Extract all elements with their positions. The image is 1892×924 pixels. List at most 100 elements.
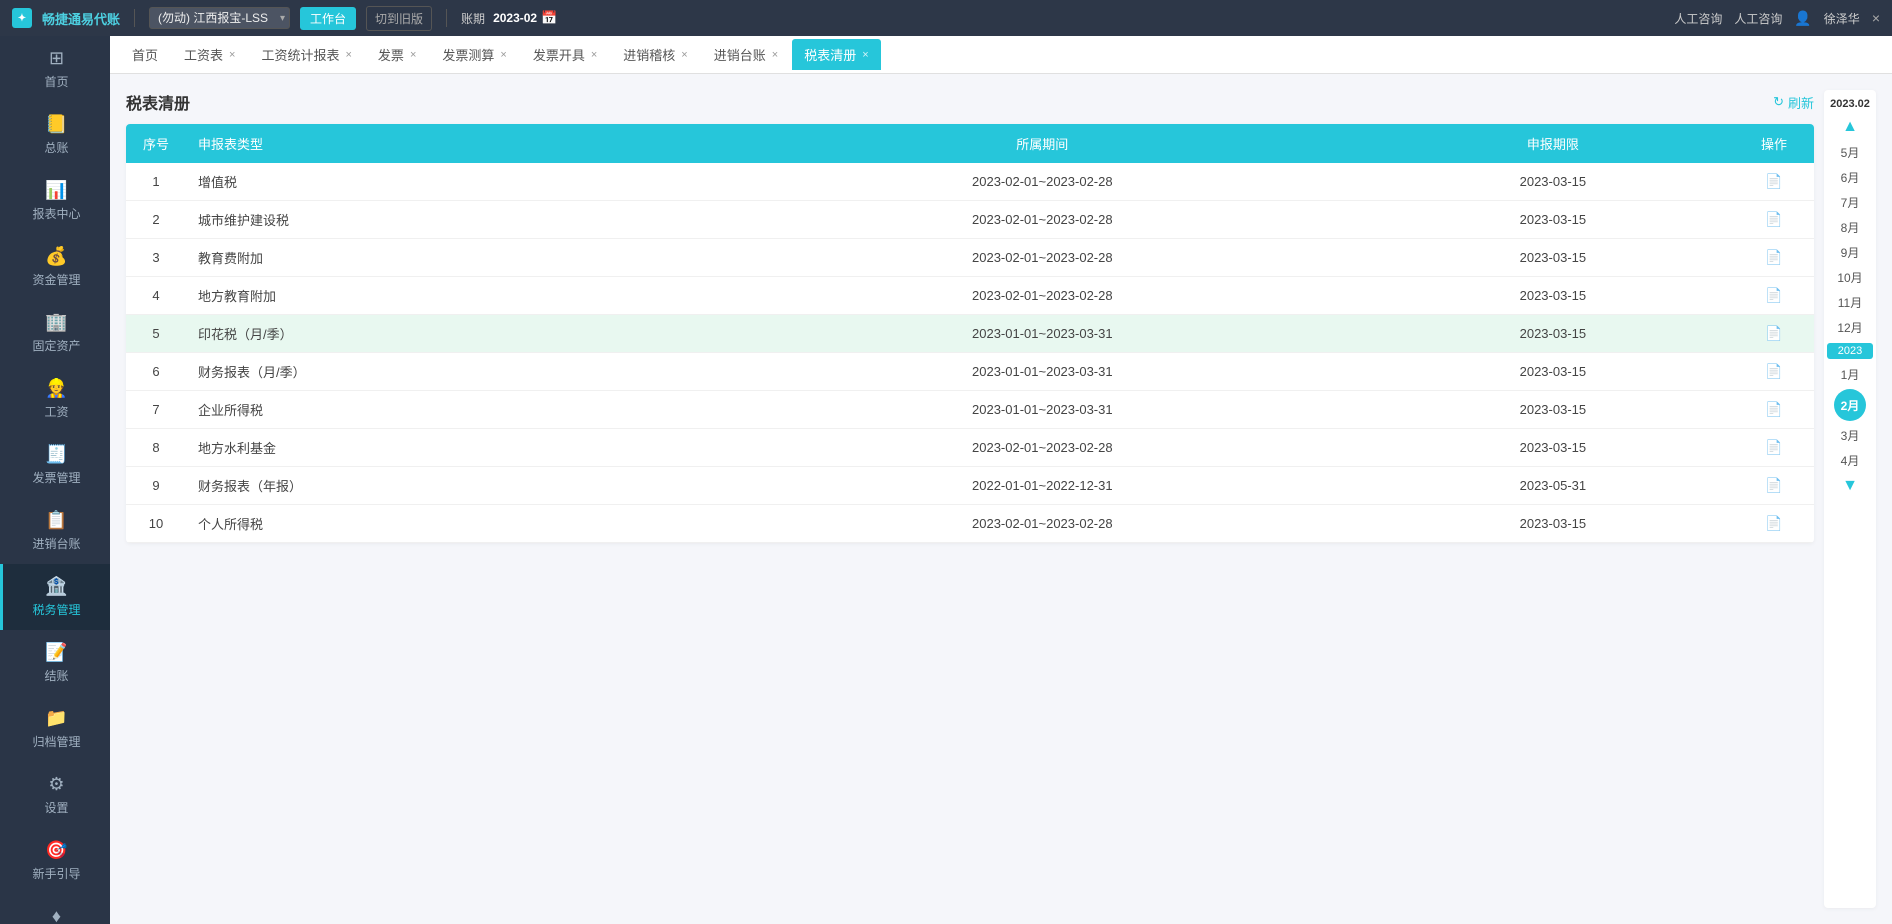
cell-no-1: 2	[126, 201, 186, 239]
sidebar-item-home[interactable]: ⊞ 首页	[0, 36, 110, 102]
action-icon-3[interactable]: 📄	[1765, 287, 1782, 303]
timeline-up-button[interactable]: ▲	[1838, 114, 1862, 140]
cell-period-7: 2023-02-01~2023-02-28	[713, 429, 1372, 467]
action-icon-6[interactable]: 📄	[1765, 401, 1782, 417]
tab-bar: 首页 工资表 × 工资统计报表 × 发票 × 发票测算 × 发票开具 ×	[110, 36, 1892, 74]
tab-close-invoice-issue[interactable]: ×	[591, 49, 597, 61]
tab-payroll-stats[interactable]: 工资统计报表 ×	[249, 39, 363, 70]
timeline-month-apr[interactable]: 4月	[1824, 448, 1876, 473]
cell-no-8: 9	[126, 467, 186, 505]
col-deadline: 申报期限	[1372, 124, 1734, 163]
cell-no-2: 3	[126, 239, 186, 277]
tab-home[interactable]: 首页	[120, 39, 170, 70]
sidebar-item-guide[interactable]: 🎯 新手引导	[0, 828, 110, 894]
refresh-button[interactable]: ↻ 刷新	[1773, 93, 1814, 112]
cell-deadline-3: 2023-03-15	[1372, 277, 1734, 315]
action-icon-4[interactable]: 📄	[1765, 325, 1782, 341]
calendar-icon[interactable]: 📅	[541, 10, 557, 26]
timeline-month-6[interactable]: 6月	[1824, 165, 1876, 190]
timeline-down-button[interactable]: ▼	[1838, 473, 1862, 499]
period-label: 账期 2023-02 📅	[461, 10, 557, 27]
sidebar-item-reports[interactable]: 📊 报表中心	[0, 168, 110, 234]
sidebar-item-assets[interactable]: 🏢 固定资产	[0, 300, 110, 366]
timeline-month-12[interactable]: 12月	[1824, 315, 1876, 340]
action-icon-0[interactable]: 📄	[1765, 173, 1782, 189]
sidebar-item-member[interactable]: ♦ 畅会员	[0, 894, 110, 924]
sidebar-item-payroll[interactable]: 👷 工资	[0, 366, 110, 432]
timeline-month-9[interactable]: 9月	[1824, 240, 1876, 265]
sidebar-item-invoices[interactable]: 🧾 发票管理	[0, 432, 110, 498]
tab-sales-ledger[interactable]: 进销台账 ×	[702, 39, 790, 70]
company-dropdown[interactable]: (勿动) 江西报宝-LSS	[149, 7, 290, 29]
timeline-panel: 2023.02 ▲ 5月 6月 7月 8月 9月 10月 11月 12月 202…	[1824, 90, 1876, 908]
sidebar-label-guide: 新手引导	[32, 865, 80, 882]
settings-icon: ⚙	[48, 774, 64, 795]
cell-type-6: 企业所得税	[186, 391, 713, 429]
tab-invoice[interactable]: 发票 ×	[366, 39, 428, 70]
tab-close-payroll-stats[interactable]: ×	[345, 49, 351, 61]
sidebar-item-sales-ledger[interactable]: 📋 进销台账	[0, 498, 110, 564]
cell-action-4: 📄	[1734, 315, 1814, 353]
timeline-year-2023[interactable]: 2023	[1827, 343, 1874, 359]
timeline-month-mar[interactable]: 3月	[1824, 423, 1876, 448]
switch-version-button[interactable]: 切到旧版	[366, 6, 432, 31]
tab-payroll[interactable]: 工资表 ×	[172, 39, 247, 70]
sidebar-label-reports: 报表中心	[32, 205, 80, 222]
ai-consult-link[interactable]: 人工咨询	[1674, 10, 1722, 27]
tab-close-payroll[interactable]: ×	[229, 49, 235, 61]
sidebar-label-settings: 设置	[44, 799, 68, 816]
cell-no-5: 6	[126, 353, 186, 391]
action-icon-7[interactable]: 📄	[1765, 439, 1782, 455]
table-row: 8 地方水利基金 2023-02-01~2023-02-28 2023-03-1…	[126, 429, 1814, 467]
tab-tax-list[interactable]: 税表清册 ×	[792, 39, 880, 70]
action-icon-8[interactable]: 📄	[1765, 477, 1782, 493]
action-icon-1[interactable]: 📄	[1765, 211, 1782, 227]
cell-deadline-0: 2023-03-15	[1372, 163, 1734, 201]
tab-close-sales-audit[interactable]: ×	[681, 49, 687, 61]
cell-deadline-4: 2023-03-15	[1372, 315, 1734, 353]
sidebar-label-payroll: 工资	[44, 403, 68, 420]
sidebar-label-invoices: 发票管理	[32, 469, 80, 486]
cell-period-4: 2023-01-01~2023-03-31	[713, 315, 1372, 353]
sidebar-label-tax: 税务管理	[32, 601, 80, 618]
close-icon[interactable]: ×	[1872, 10, 1880, 26]
timeline-month-feb-active[interactable]: 2月	[1834, 389, 1866, 421]
workspace-button[interactable]: 工作台	[300, 7, 356, 30]
home-icon: ⊞	[49, 48, 64, 69]
tab-invoice-calc[interactable]: 发票测算 ×	[430, 39, 518, 70]
cell-type-1: 城市维护建设税	[186, 201, 713, 239]
timeline-month-7[interactable]: 7月	[1824, 190, 1876, 215]
tab-close-invoice[interactable]: ×	[410, 49, 416, 61]
cell-no-3: 4	[126, 277, 186, 315]
action-icon-2[interactable]: 📄	[1765, 249, 1782, 265]
sidebar-item-ledger[interactable]: 📒 总账	[0, 102, 110, 168]
timeline-month-11[interactable]: 11月	[1824, 290, 1876, 315]
cell-deadline-5: 2023-03-15	[1372, 353, 1734, 391]
action-icon-5[interactable]: 📄	[1765, 363, 1782, 379]
sidebar-item-archive[interactable]: 📁 归档管理	[0, 696, 110, 762]
reports-icon: 📊	[45, 180, 67, 201]
timeline-month-10[interactable]: 10月	[1824, 265, 1876, 290]
tab-close-sales-ledger[interactable]: ×	[772, 49, 778, 61]
timeline-month-jan[interactable]: 1月	[1824, 362, 1876, 387]
table-row: 5 印花税（月/季） 2023-01-01~2023-03-31 2023-03…	[126, 315, 1814, 353]
company-selector[interactable]: (勿动) 江西报宝-LSS	[149, 7, 290, 29]
sidebar-item-funds[interactable]: 💰 资金管理	[0, 234, 110, 300]
archive-icon: 📁	[45, 708, 67, 729]
sidebar-label-ledger: 总账	[44, 139, 68, 156]
sidebar-item-closing[interactable]: 📝 结账	[0, 630, 110, 696]
ai-consult-text[interactable]: 人工咨询	[1734, 10, 1782, 27]
timeline-month-8[interactable]: 8月	[1824, 215, 1876, 240]
timeline-month-5[interactable]: 5月	[1824, 140, 1876, 165]
tab-sales-audit[interactable]: 进销稽核 ×	[611, 39, 699, 70]
tab-close-tax-list[interactable]: ×	[862, 49, 868, 61]
sidebar-item-tax[interactable]: 🏦 税务管理	[0, 564, 110, 630]
action-icon-9[interactable]: 📄	[1765, 515, 1782, 531]
user-name[interactable]: 徐泽华	[1824, 10, 1860, 27]
cell-type-4: 印花税（月/季）	[186, 315, 713, 353]
tab-close-invoice-calc[interactable]: ×	[500, 49, 506, 61]
tab-invoice-issue[interactable]: 发票开具 ×	[521, 39, 609, 70]
cell-deadline-8: 2023-05-31	[1372, 467, 1734, 505]
sidebar-item-settings[interactable]: ⚙ 设置	[0, 762, 110, 828]
cell-no-0: 1	[126, 163, 186, 201]
